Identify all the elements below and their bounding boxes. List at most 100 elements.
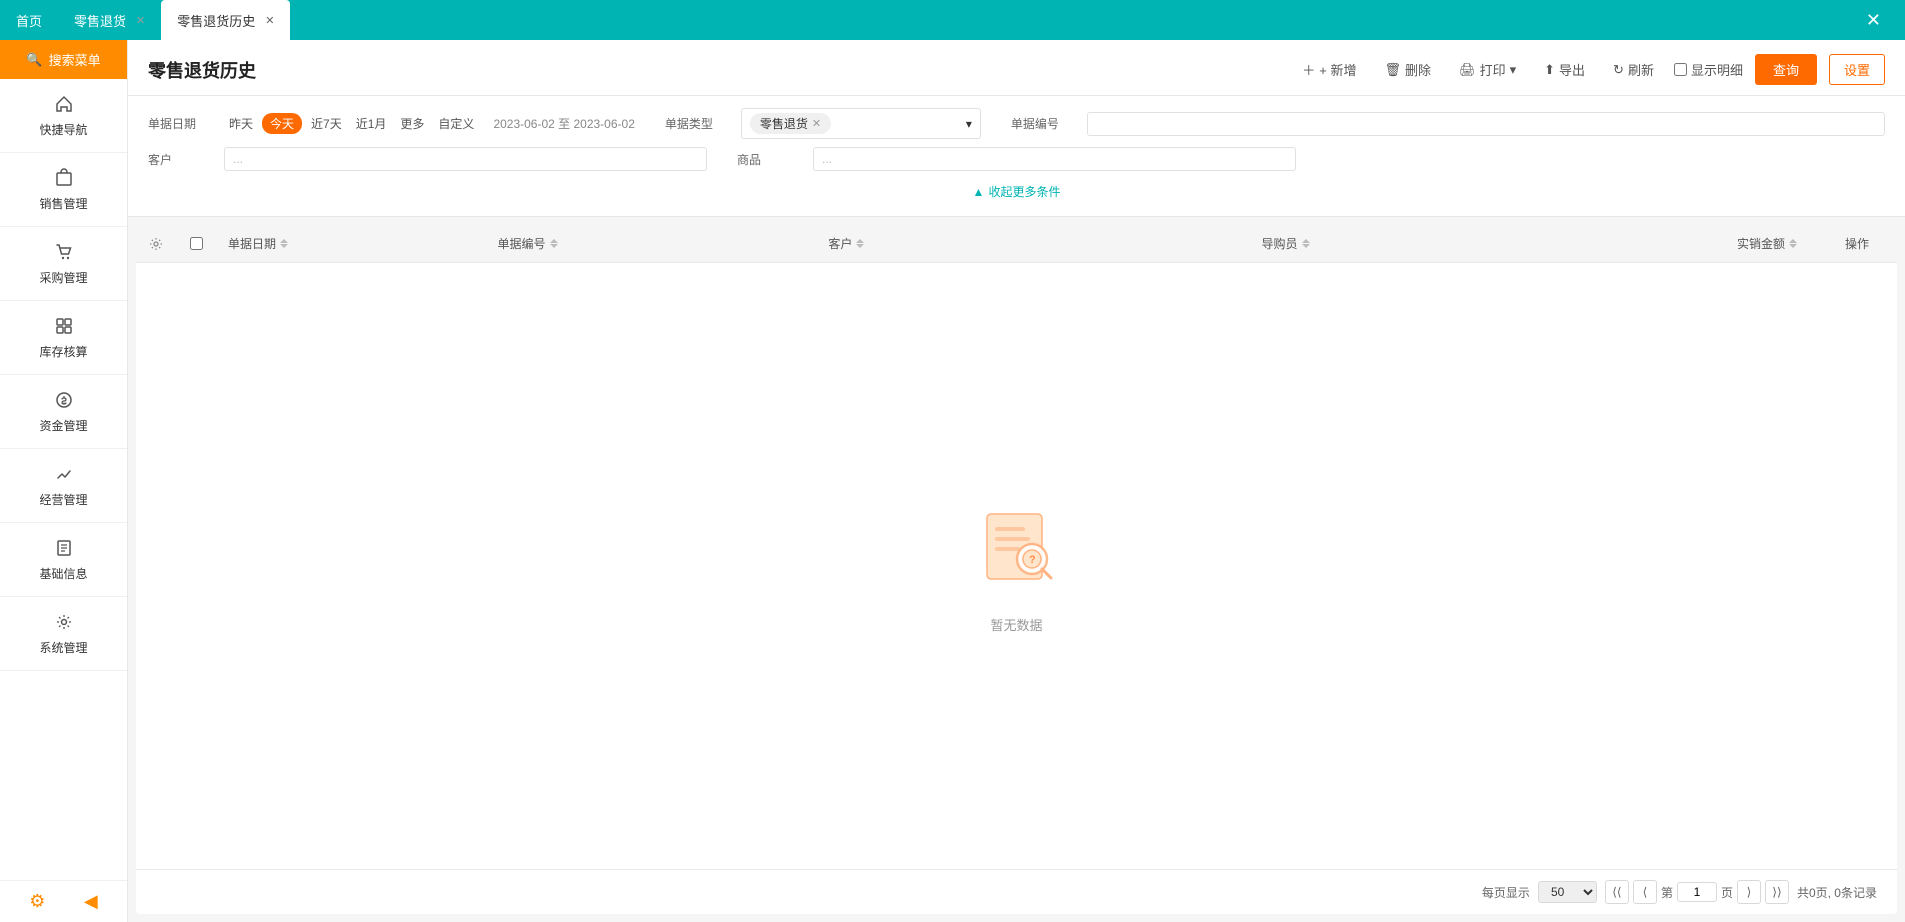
sort-bill-no-icon[interactable] <box>550 239 558 248</box>
goods-filter-input[interactable]: ... <box>813 147 1296 171</box>
date-buttons: 昨天 今天 近7天 近1月 更多 自定义 <box>224 113 479 134</box>
page-header: 零售退货历史 ＋ + 新增 🗑 删除 🖨 打印 ▾ ⬆ 导出 <box>128 40 1905 96</box>
th-guide-label: 导购员 <box>1262 235 1298 252</box>
table-select-all[interactable] <box>176 237 216 250</box>
sidebar-item-system[interactable]: 系统管理 <box>0 597 127 671</box>
settings-bottom-button[interactable]: ⚙ <box>29 891 45 912</box>
bill-no-filter-label: 单据编号 <box>1011 115 1081 132</box>
tab-list: 首页 零售退货 ✕ 零售退货历史 ✕ <box>0 0 1858 40</box>
top-bar-right: ✕ <box>1858 10 1905 31</box>
bill-no-input[interactable] <box>1087 112 1885 136</box>
filter-row-1: 单据日期 昨天 今天 近7天 近1月 更多 自定义 2023-06-02 至 2… <box>148 108 1885 139</box>
type-tag-remove[interactable]: ✕ <box>812 117 821 130</box>
page-first-button[interactable]: ⟨⟨ <box>1605 880 1629 904</box>
sidebar: 🔍 搜索菜单 快捷导航 销售管理 采购管理 库存核算 <box>0 40 128 922</box>
th-customer-label: 客户 <box>828 235 852 252</box>
tab-retail-return[interactable]: 零售退货 ✕ <box>58 0 161 40</box>
page-title: 零售退货历史 <box>148 57 256 83</box>
search-icon: 🔍 <box>26 52 42 68</box>
delete-button[interactable]: 🗑 删除 <box>1377 56 1440 83</box>
print-label: 打印 <box>1480 60 1506 79</box>
page-last-button[interactable]: ⟩⟩ <box>1765 880 1789 904</box>
page-num-label: 第 <box>1661 884 1673 901</box>
sidebar-item-inventory[interactable]: 库存核算 <box>0 301 127 375</box>
refresh-icon: ↻ <box>1613 62 1624 78</box>
export-button[interactable]: ⬆ 导出 <box>1536 56 1593 83</box>
th-bill-no-label: 单据编号 <box>498 235 546 252</box>
delete-label: 删除 <box>1405 60 1431 79</box>
query-button[interactable]: 查询 <box>1755 54 1817 85</box>
sidebar-item-finance[interactable]: 资金管理 <box>0 375 127 449</box>
customer-placeholder: ... <box>233 152 243 166</box>
setting-button[interactable]: 设置 <box>1829 54 1885 85</box>
filter-row-2: 客户 ... 商品 ... <box>148 147 1885 171</box>
top-bar: 首页 零售退货 ✕ 零售退货历史 ✕ ✕ <box>0 0 1905 40</box>
empty-icon: ? <box>967 499 1067 599</box>
empty-text: 暂无数据 <box>990 615 1042 634</box>
page-size-select[interactable]: 50 10 20 100 <box>1538 881 1597 903</box>
sort-customer-icon[interactable] <box>856 239 864 248</box>
tab-home[interactable]: 首页 <box>0 0 58 40</box>
th-guide: 导购员 <box>1250 235 1581 252</box>
collapse-up-icon: ▲ <box>973 185 985 199</box>
custom-btn[interactable]: 自定义 <box>433 113 479 134</box>
system-icon <box>53 611 75 633</box>
goods-filter-label: 商品 <box>737 151 807 168</box>
sidebar-item-quick-nav[interactable]: 快捷导航 <box>0 79 127 153</box>
sidebar-item-sales[interactable]: 销售管理 <box>0 153 127 227</box>
collapse-row: ▲ 收起更多条件 <box>148 179 1885 204</box>
th-date: 单据日期 <box>216 235 486 252</box>
sort-date-icon[interactable] <box>280 239 288 248</box>
today-btn[interactable]: 今天 <box>262 113 302 134</box>
sales-icon <box>53 167 75 189</box>
tab-retail-return-history[interactable]: 零售退货历史 ✕ <box>161 0 290 40</box>
sidebar-item-basic-info-label: 基础信息 <box>39 565 87 582</box>
show-detail-checkbox[interactable]: 显示明细 <box>1674 60 1743 79</box>
add-button[interactable]: ＋ + 新增 <box>1294 56 1364 83</box>
print-dropdown-icon: ▾ <box>1510 62 1517 78</box>
filter-area: 单据日期 昨天 今天 近7天 近1月 更多 自定义 2023-06-02 至 2… <box>128 96 1905 217</box>
yesterday-btn[interactable]: 昨天 <box>224 113 258 134</box>
table-settings-button[interactable] <box>136 236 176 252</box>
tab-retail-return-history-close[interactable]: ✕ <box>265 14 274 27</box>
more-btn[interactable]: 更多 <box>395 113 429 134</box>
sidebar-item-purchase[interactable]: 采购管理 <box>0 227 127 301</box>
header-actions: ＋ + 新增 🗑 删除 🖨 打印 ▾ ⬆ 导出 ↻ <box>1294 54 1885 85</box>
home-icon <box>53 93 75 115</box>
sidebar-item-inventory-label: 库存核算 <box>39 343 87 360</box>
sidebar-item-operations[interactable]: 经营管理 <box>0 449 127 523</box>
inventory-icon <box>53 315 75 337</box>
show-detail-label: 显示明细 <box>1691 60 1743 79</box>
sort-guide-icon[interactable] <box>1302 239 1310 248</box>
th-amount: 实销金额 <box>1580 235 1817 252</box>
tab-retail-return-close[interactable]: ✕ <box>136 14 145 27</box>
sidebar-search-label: 搜索菜单 <box>49 50 101 69</box>
refresh-button[interactable]: ↻ 刷新 <box>1605 56 1662 83</box>
add-icon: ＋ <box>1302 60 1315 79</box>
page-number-input[interactable] <box>1677 882 1717 902</box>
window-close-button[interactable]: ✕ <box>1858 10 1889 31</box>
export-icon: ⬆ <box>1544 62 1555 78</box>
collapse-more-button[interactable]: ▲ 收起更多条件 <box>973 179 1061 204</box>
collapse-label: 收起更多条件 <box>988 183 1060 200</box>
tab-retail-return-label: 零售退货 <box>74 11 126 30</box>
1month-btn[interactable]: 近1月 <box>351 113 392 134</box>
sort-amount-icon[interactable] <box>1789 239 1797 248</box>
type-filter-select[interactable]: 零售退货 ✕ ▾ <box>741 108 981 139</box>
sidebar-bottom: ⚙ ◀ <box>0 880 127 922</box>
select-all-checkbox[interactable] <box>190 237 203 250</box>
operations-icon <box>53 463 75 485</box>
type-tag-value: 零售退货 <box>760 115 808 132</box>
page-next-button[interactable]: ⟩ <box>1737 880 1761 904</box>
7days-btn[interactable]: 近7天 <box>306 113 347 134</box>
show-detail-input[interactable] <box>1674 63 1687 76</box>
page-prev-button[interactable]: ⟨ <box>1633 880 1657 904</box>
sidebar-item-sales-label: 销售管理 <box>39 195 87 212</box>
collapse-sidebar-button[interactable]: ◀ <box>84 891 98 912</box>
pagination: 每页显示 50 10 20 100 ⟨⟨ ⟨ 第 页 ⟩ ⟩⟩ 共0页, 0条记… <box>136 869 1897 914</box>
sidebar-item-basic-info[interactable]: 基础信息 <box>0 523 127 597</box>
sidebar-search-button[interactable]: 🔍 搜索菜单 <box>0 40 127 79</box>
customer-filter-input[interactable]: ... <box>224 147 707 171</box>
print-button[interactable]: 🖨 打印 ▾ <box>1451 56 1524 83</box>
sidebar-item-system-label: 系统管理 <box>39 639 87 656</box>
